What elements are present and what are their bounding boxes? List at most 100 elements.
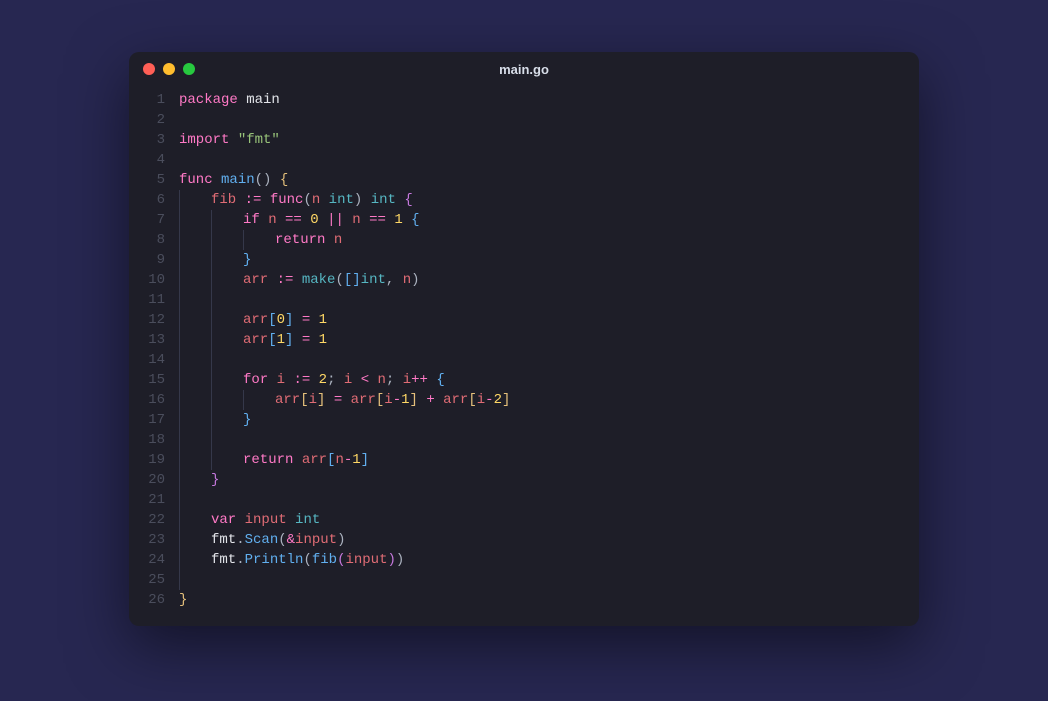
token-field: input [295,532,337,548]
code-line[interactable]: arr[0] = 1 [179,310,899,330]
line-number: 24 [129,550,165,570]
token-fn: Println [245,552,304,568]
code-line[interactable]: return n [179,230,899,250]
token-brace-b: } [243,412,251,428]
line-number: 26 [129,590,165,610]
token-punc: ) [354,192,362,208]
indent-guide [211,230,212,250]
code-line[interactable]: fmt.Println(fib(input)) [179,550,899,570]
code-area[interactable]: package main import "fmt" func main() {f… [179,90,919,610]
indent-guide [211,330,212,350]
code-line[interactable] [179,290,899,310]
indent-guide [211,450,212,470]
token-kw: return [243,452,293,468]
code-line[interactable]: var input int [179,510,899,530]
indent-guide [211,430,212,450]
token-brace-y: ] [317,392,325,408]
line-number-gutter: 1234567891011121314151617181920212223242… [129,90,179,610]
token-punc: ( [303,192,311,208]
token-op: < [361,372,369,388]
code-line[interactable]: arr[1] = 1 [179,330,899,350]
code-editor[interactable]: 1234567891011121314151617181920212223242… [129,86,919,626]
token-field: n [335,452,343,468]
token-num: 1 [401,392,409,408]
code-line[interactable]: if n == 0 || n == 1 { [179,210,899,230]
code-line[interactable]: } [179,590,899,610]
token-num: 2 [494,392,502,408]
token-kw: import [179,132,229,148]
token-kw2: make [302,272,336,288]
code-line[interactable]: } [179,250,899,270]
token-op: == [285,212,302,228]
code-line[interactable]: func main() { [179,170,899,190]
code-line[interactable]: arr := make([]int, n) [179,270,899,290]
code-line[interactable] [179,110,899,130]
token-punc: ( [303,552,311,568]
token-num: 1 [352,452,360,468]
indent-guide [179,350,180,370]
line-number: 13 [129,330,165,350]
token-field: n [403,272,411,288]
line-number: 3 [129,130,165,150]
line-number: 5 [129,170,165,190]
close-icon[interactable] [143,63,155,75]
token-brace-b: ] [285,332,293,348]
token-punc: , [386,272,394,288]
code-line[interactable] [179,150,899,170]
token-kw: for [243,372,268,388]
indent-guide [179,470,180,490]
code-line[interactable] [179,350,899,370]
minimize-icon[interactable] [163,63,175,75]
token-field: n [334,232,342,248]
line-number: 8 [129,230,165,250]
titlebar[interactable]: main.go [129,52,919,86]
code-line[interactable] [179,570,899,590]
line-number: 19 [129,450,165,470]
token-brace-y: } [179,592,187,608]
token-op: := [293,372,310,388]
token-op: - [485,392,493,408]
token-brace-p: ) [387,552,395,568]
token-type: int [371,192,396,208]
token-punc: ( [278,532,286,548]
line-number: 25 [129,570,165,590]
line-number: 20 [129,470,165,490]
code-line[interactable]: fib := func(n int) int { [179,190,899,210]
code-line[interactable]: package main [179,90,899,110]
code-line[interactable]: arr[i] = arr[i-1] + arr[i-2] [179,390,899,410]
token-brace-b: [ [268,312,276,328]
line-number: 4 [129,150,165,170]
indent-guide [211,410,212,430]
zoom-icon[interactable] [183,63,195,75]
token-punc: . [236,552,244,568]
token-pkg: fmt [211,532,236,548]
token-field: i [277,372,285,388]
token-field: i [309,392,317,408]
indent-guide [211,270,212,290]
code-line[interactable]: for i := 2; i < n; i++ { [179,370,899,390]
token-brace-y: [ [300,392,308,408]
indent-guide [179,270,180,290]
window-title: main.go [129,62,919,77]
code-line[interactable] [179,430,899,450]
code-line[interactable]: return arr[n-1] [179,450,899,470]
token-brace-b: ] [285,312,293,328]
token-num: 0 [310,212,318,228]
token-type: int [329,192,354,208]
token-field: arr [243,272,268,288]
indent-guide [179,230,180,250]
code-line[interactable]: import "fmt" [179,130,899,150]
token-field: i [477,392,485,408]
indent-guide [211,310,212,330]
line-number: 15 [129,370,165,390]
token-num: 2 [319,372,327,388]
code-line[interactable]: } [179,470,899,490]
token-op: = [302,332,310,348]
token-op: + [426,392,434,408]
code-line[interactable]: } [179,410,899,430]
token-field: input [345,552,387,568]
code-line[interactable]: fmt.Scan(&input) [179,530,899,550]
token-brace-b: { [411,212,419,228]
line-number: 22 [129,510,165,530]
code-line[interactable] [179,490,899,510]
